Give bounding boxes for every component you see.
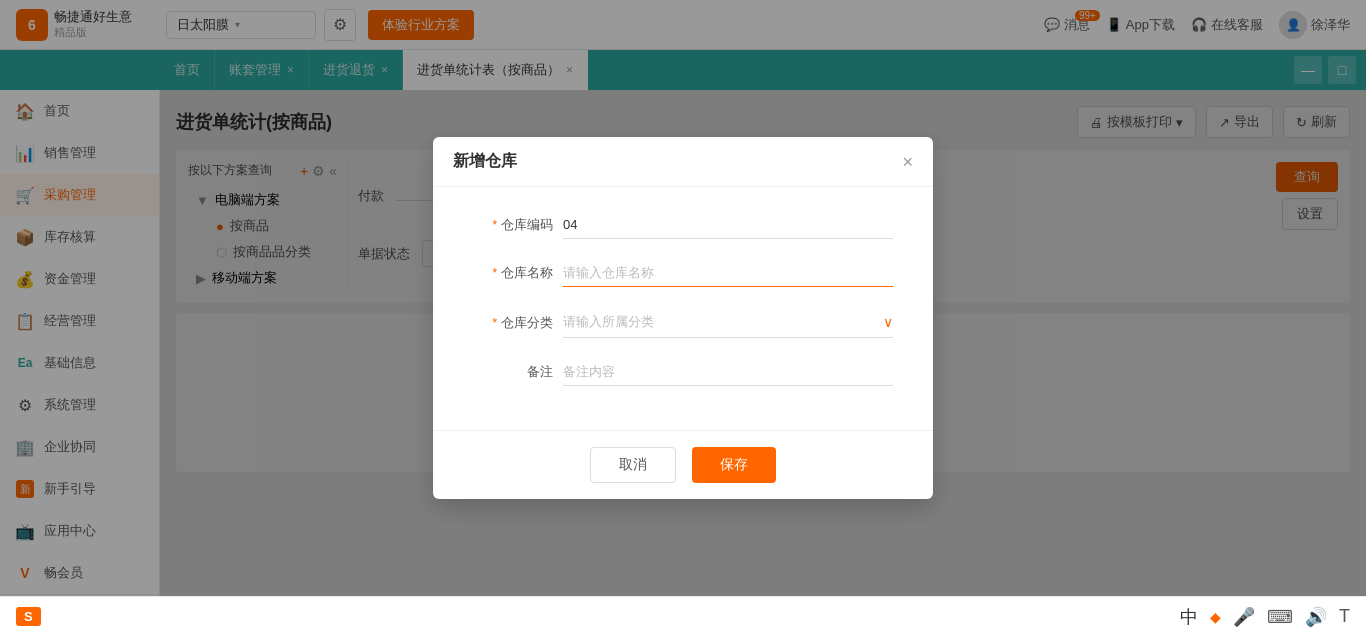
modal-footer: 取消 保存 xyxy=(433,430,933,499)
keyboard-icon[interactable]: ⌨ xyxy=(1267,606,1293,628)
save-button[interactable]: 保存 xyxy=(692,447,776,483)
form-row-category: * 仓库分类 请输入所属分类 ∨ xyxy=(473,307,893,338)
bottom-bar: S 中 ◆ 🎤 ⌨ 🔊 T xyxy=(0,596,1366,636)
modal-header: 新增仓库 × xyxy=(433,137,933,187)
category-chevron-icon: ∨ xyxy=(883,314,893,330)
mic-icon[interactable]: 🎤 xyxy=(1233,606,1255,628)
cancel-button[interactable]: 取消 xyxy=(590,447,676,483)
name-input[interactable] xyxy=(563,259,893,287)
category-select[interactable]: 请输入所属分类 ∨ xyxy=(563,307,893,338)
new-warehouse-modal: 新增仓库 × * 仓库编码 * 仓库名称 xyxy=(433,137,933,499)
form-row-note: 备注 xyxy=(473,358,893,386)
note-label: 备注 xyxy=(473,363,553,381)
note-input[interactable] xyxy=(563,358,893,386)
dot-icon[interactable]: ◆ xyxy=(1210,609,1221,625)
code-label: * 仓库编码 xyxy=(473,216,553,234)
translate-icon[interactable]: T xyxy=(1339,606,1350,627)
form-row-name: * 仓库名称 xyxy=(473,259,893,287)
modal-close-icon[interactable]: × xyxy=(902,153,913,171)
code-input[interactable] xyxy=(563,211,893,239)
modal-title: 新增仓库 xyxy=(453,151,517,172)
name-label: * 仓库名称 xyxy=(473,264,553,282)
speaker-bottom-icon[interactable]: 🔊 xyxy=(1305,606,1327,628)
modal-overlay: 新增仓库 × * 仓库编码 * 仓库名称 xyxy=(0,0,1366,636)
form-row-code: * 仓库编码 xyxy=(473,211,893,239)
modal-body: * 仓库编码 * 仓库名称 * 仓库分类 请输入所属 xyxy=(433,187,933,430)
brand-s-icon: S xyxy=(16,607,41,626)
chinese-icon[interactable]: 中 xyxy=(1180,605,1198,629)
category-label: * 仓库分类 xyxy=(473,314,553,332)
category-placeholder: 请输入所属分类 xyxy=(563,313,654,331)
